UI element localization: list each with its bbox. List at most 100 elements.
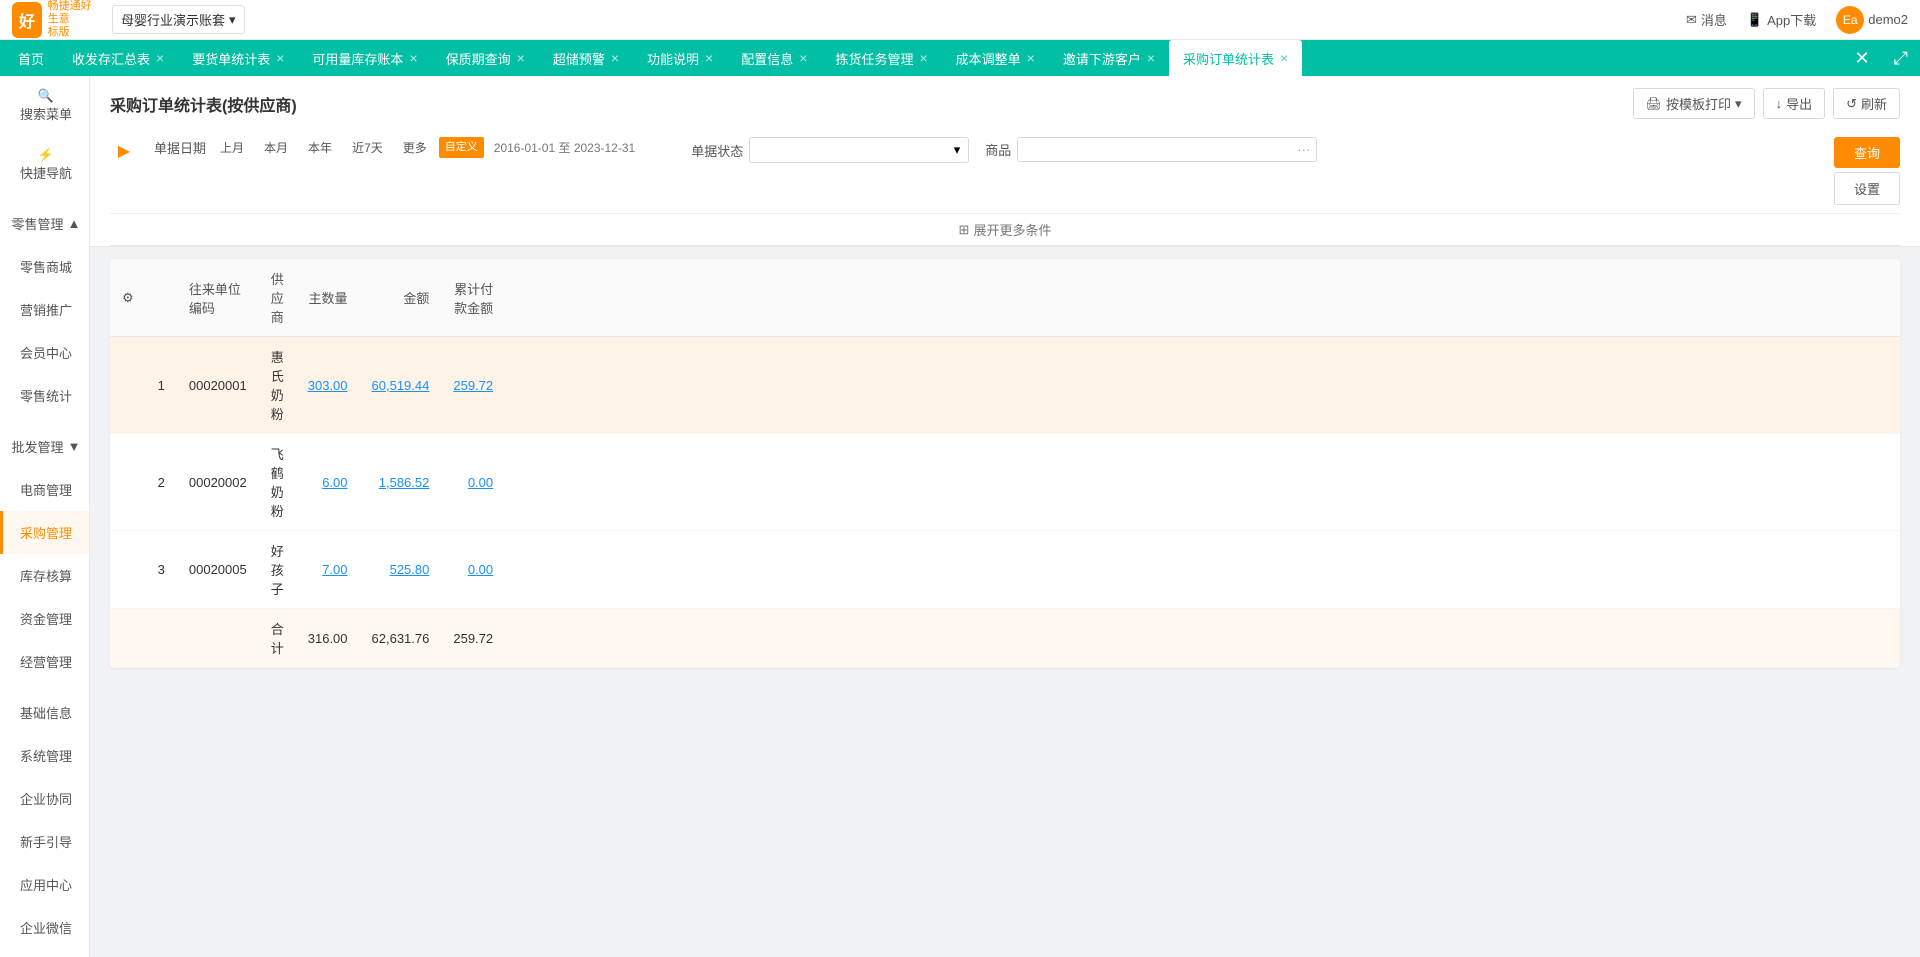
- td-amount: 525.80: [360, 531, 442, 609]
- tab-config-info[interactable]: 配置信息 ×: [727, 40, 821, 76]
- filter-expand-arrow[interactable]: ▶: [110, 137, 138, 165]
- close-icon[interactable]: ×: [156, 50, 164, 66]
- sidebar-item-member[interactable]: 会员中心: [0, 331, 89, 374]
- download-icon: 📱: [1747, 12, 1763, 28]
- sidebar-item-purchase[interactable]: 采购管理: [0, 511, 89, 554]
- gear-icon[interactable]: ⚙: [122, 290, 134, 305]
- shortcut-more[interactable]: 更多: [395, 137, 435, 158]
- close-icon[interactable]: ×: [1147, 50, 1155, 66]
- close-icon[interactable]: ×: [1027, 50, 1035, 66]
- date-filter: 单据日期 上月 本月 本年 近7天 更多 自定义 2016-01-01 至 20…: [154, 137, 635, 158]
- td-quantity: 7.00: [296, 531, 360, 609]
- export-button[interactable]: ↓ 导出: [1763, 88, 1826, 119]
- sidebar-item-retail-stats[interactable]: 零售统计: [0, 374, 89, 417]
- app-download-btn[interactable]: 📱 App下载: [1747, 10, 1816, 29]
- sidebar-item-batch-mgmt[interactable]: 批发管理 ▼: [0, 425, 89, 468]
- tab-stock-account[interactable]: 可用量库存账本 ×: [298, 40, 431, 76]
- page-header: 采购订单统计表(按供应商) 🖨 按模板打印 ▾ ↓ 导出 ↺ 刷新: [90, 76, 1920, 247]
- tab-function-desc[interactable]: 功能说明 ×: [633, 40, 727, 76]
- page-actions: 🖨 按模板打印 ▾ ↓ 导出 ↺ 刷新: [1633, 88, 1901, 119]
- td-supplier-code: 00020001: [177, 337, 259, 434]
- shortcut-this-year[interactable]: 本年: [300, 137, 340, 158]
- close-icon[interactable]: ×: [611, 50, 619, 66]
- close-all-icon[interactable]: ✕: [1847, 46, 1878, 71]
- td-supplier-code: 00020005: [177, 531, 259, 609]
- user-profile[interactable]: Ea demo2: [1836, 6, 1908, 34]
- td-rownum: 1: [146, 337, 177, 434]
- sidebar-item-base-info[interactable]: 基础信息: [0, 691, 89, 734]
- footer-quantity: 316.00: [296, 609, 360, 668]
- tab-cost-adjust[interactable]: 成本调整单 ×: [942, 40, 1049, 76]
- status-select[interactable]: ▾: [749, 137, 969, 163]
- close-icon[interactable]: ×: [1280, 50, 1288, 66]
- account-selector[interactable]: 母婴行业演示账套 ▾: [112, 5, 245, 34]
- logo-text: 畅捷通好生意 标版: [48, 0, 102, 39]
- th-paid-amount: 累计付款金额: [441, 259, 505, 337]
- print-icon: 🖨: [1646, 96, 1663, 112]
- page-title: 采购订单统计表(按供应商): [110, 92, 297, 116]
- sidebar-item-app-center[interactable]: 应用中心: [0, 863, 89, 906]
- main-content: 采购订单统计表(按供应商) 🖨 按模板打印 ▾ ↓ 导出 ↺ 刷新: [90, 76, 1920, 957]
- tab-purchase-order-summary[interactable]: 采购订单统计表 ×: [1169, 40, 1302, 76]
- logo-area: 好 畅捷通好生意 标版: [12, 0, 102, 39]
- filter-expand-row: ⊞ 展开更多条件: [110, 213, 1900, 245]
- sidebar-item-search[interactable]: 🔍 搜索菜单: [0, 76, 89, 135]
- template-print-button[interactable]: 🖨 按模板打印 ▾: [1633, 88, 1755, 119]
- close-icon[interactable]: ×: [517, 50, 525, 66]
- chevron-down-icon: ▼: [68, 439, 81, 454]
- export-icon: ↓: [1776, 96, 1783, 111]
- tab-home[interactable]: 首页: [4, 40, 58, 76]
- sidebar-item-new-guide[interactable]: 新手引导: [0, 820, 89, 863]
- sidebar-item-ecommerce[interactable]: 电商管理: [0, 468, 89, 511]
- maximize-icon[interactable]: ⤢: [1886, 46, 1916, 71]
- close-icon[interactable]: ×: [705, 50, 713, 66]
- close-icon[interactable]: ×: [276, 50, 284, 66]
- query-button[interactable]: 查询: [1834, 137, 1900, 168]
- sidebar-item-retail-mall[interactable]: 零售商城: [0, 245, 89, 288]
- th-amount: 金额: [360, 259, 442, 337]
- tab-receive-summary[interactable]: 收发存汇总表 ×: [58, 40, 178, 76]
- table-row: 3 00020005 好孩子 7.00 525.80 0.00: [110, 531, 1900, 609]
- goods-more-icon[interactable]: ···: [1291, 142, 1316, 157]
- tab-warranty-query[interactable]: 保质期查询 ×: [432, 40, 539, 76]
- sidebar-item-vip[interactable]: 畅会员: [0, 949, 89, 957]
- th-rownum: [146, 259, 177, 337]
- date-range-display: 2016-01-01 至 2023-12-31: [494, 139, 635, 156]
- shortcut-last-month[interactable]: 上月: [212, 137, 252, 158]
- sidebar-item-stock-check[interactable]: 库存核算: [0, 554, 89, 597]
- footer-amount: 62,631.76: [360, 609, 442, 668]
- sidebar-item-marketing[interactable]: 营销推广: [0, 288, 89, 331]
- th-quantity: 主数量: [296, 259, 360, 337]
- sidebar: 🔍 搜索菜单 ⚡ 快捷导航 零售管理 ▲ 零售商城 营销推广 会员中心 零售统计…: [0, 76, 90, 957]
- refresh-button[interactable]: ↺ 刷新: [1833, 88, 1900, 119]
- sidebar-item-enterprise[interactable]: 企业协同: [0, 777, 89, 820]
- sidebar-item-retail[interactable]: 零售管理 ▲: [0, 202, 89, 245]
- expand-more-button[interactable]: ⊞ 展开更多条件: [959, 220, 1052, 239]
- sidebar-item-operation[interactable]: 经营管理: [0, 640, 89, 683]
- shortcut-this-month[interactable]: 本月: [256, 137, 296, 158]
- close-icon[interactable]: ×: [919, 50, 927, 66]
- sidebar-item-system[interactable]: 系统管理: [0, 734, 89, 777]
- th-supplier-code: 往来单位编码: [177, 259, 259, 337]
- sidebar-item-quick-nav[interactable]: ⚡ 快捷导航: [0, 135, 89, 194]
- sidebar-item-fund-mgmt[interactable]: 资金管理: [0, 597, 89, 640]
- sidebar-item-enterprise-wechat[interactable]: 企业微信: [0, 906, 89, 949]
- close-icon[interactable]: ×: [409, 50, 417, 66]
- custom-badge: 自定义: [439, 137, 484, 158]
- settings-button[interactable]: 设置: [1834, 172, 1900, 205]
- tab-invite-downstream[interactable]: 邀请下游客户 ×: [1049, 40, 1169, 76]
- message-btn[interactable]: ✉ 消息: [1686, 10, 1727, 29]
- footer-label: 合计: [259, 609, 296, 668]
- nav-tabs: 首页 收发存汇总表 × 要货单统计表 × 可用量库存账本 × 保质期查询 × 超…: [0, 40, 1920, 76]
- close-icon[interactable]: ×: [799, 50, 807, 66]
- tab-order-summary[interactable]: 要货单统计表 ×: [178, 40, 298, 76]
- shortcut-7days[interactable]: 近7天: [344, 137, 391, 158]
- tab-overstock-warning[interactable]: 超储预警 ×: [539, 40, 633, 76]
- goods-input[interactable]: [1018, 138, 1291, 161]
- td-paid-amount: 259.72: [441, 337, 505, 434]
- td-supplier-name: 飞鹤奶粉: [259, 434, 296, 531]
- td-expand: [110, 531, 146, 609]
- tab-pick-task[interactable]: 拣货任务管理 ×: [821, 40, 941, 76]
- td-quantity: 303.00: [296, 337, 360, 434]
- avatar: Ea: [1836, 6, 1864, 34]
